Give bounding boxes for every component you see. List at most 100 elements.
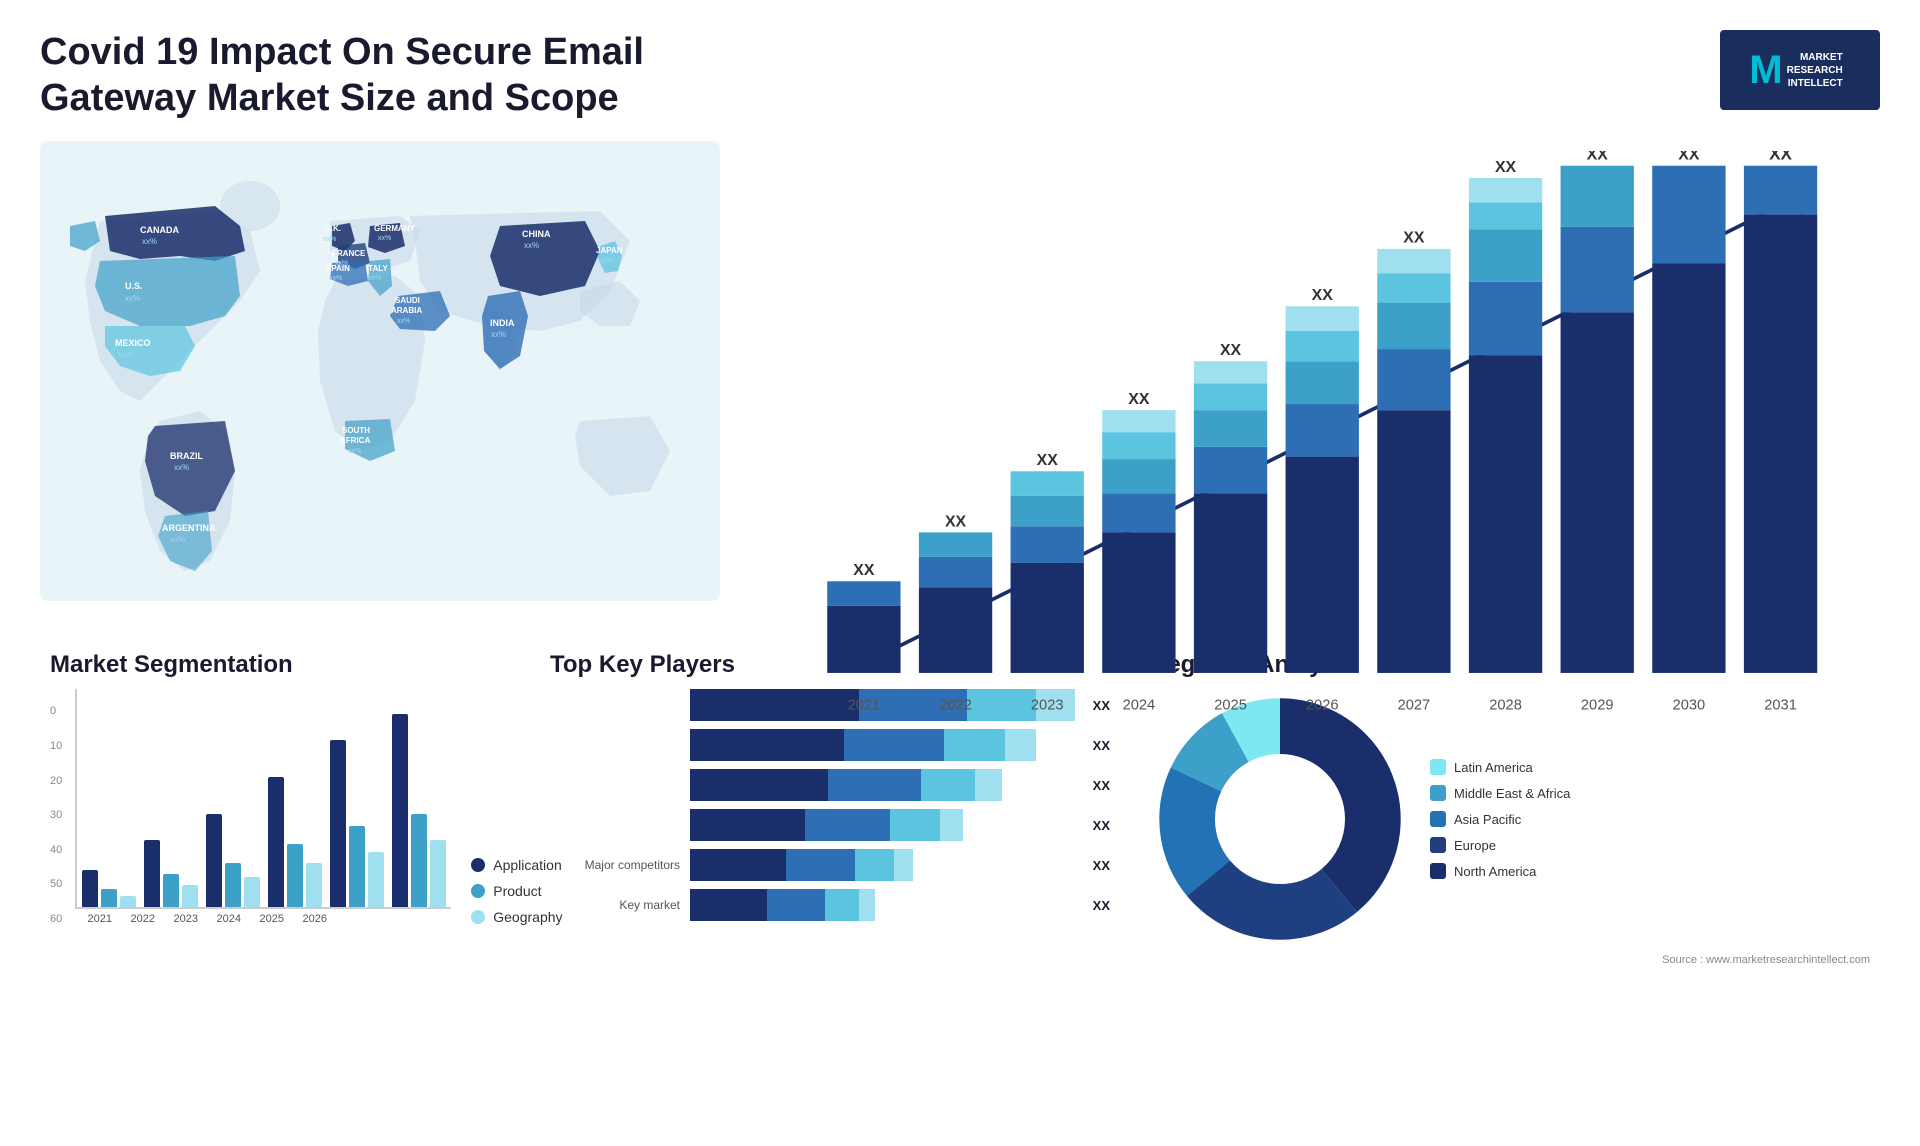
svg-text:SOUTH: SOUTH [342, 426, 370, 435]
player-bar-5 [690, 849, 1075, 881]
player-label-major-competitors: Major competitors [550, 858, 680, 872]
player-xx-2: XX [1093, 738, 1110, 753]
svg-text:2029: 2029 [1581, 698, 1614, 714]
svg-text:xx%: xx% [125, 294, 140, 303]
player-xx-3: XX [1093, 778, 1110, 793]
logo-letter: M [1749, 48, 1782, 93]
svg-text:XX: XX [1220, 342, 1242, 359]
svg-text:MEXICO: MEXICO [115, 338, 151, 348]
legend-color-middle-east [1430, 785, 1446, 801]
page: Covid 19 Impact On Secure Email Gateway … [0, 0, 1920, 1146]
legend-color-latin [1430, 759, 1446, 775]
donut-container: Latin America Middle East & Africa Asia … [1150, 689, 1870, 949]
page-title: Covid 19 Impact On Secure Email Gateway … [40, 30, 740, 121]
seg-bar-geo-2021 [120, 896, 136, 907]
player-xx-5: XX [1093, 858, 1110, 873]
players-bars-container: XX XX [550, 689, 1110, 921]
svg-text:xx%: xx% [368, 275, 381, 282]
svg-text:xx%: xx% [142, 237, 157, 246]
logo-area: M MARKETRESEARCHINTELLECT [1720, 30, 1880, 110]
legend-dot-application [471, 858, 485, 872]
player-bar-2 [690, 729, 1075, 761]
seg-bar-group-2026 [392, 714, 446, 907]
logo-box: M MARKETRESEARCHINTELLECT [1720, 30, 1880, 110]
player-row-3: XX [550, 769, 1110, 801]
svg-text:GERMANY: GERMANY [374, 224, 416, 233]
player-xx-4: XX [1093, 818, 1110, 833]
svg-text:xx%: xx% [329, 275, 342, 282]
svg-text:xx%: xx% [323, 236, 336, 243]
svg-text:2026: 2026 [1306, 698, 1339, 714]
svg-text:xx%: xx% [378, 235, 391, 242]
player-label-key-market: Key market [550, 898, 680, 912]
seg-bar-group-2021 [82, 870, 136, 907]
svg-text:2025: 2025 [1214, 698, 1247, 714]
svg-text:XX: XX [1312, 287, 1334, 304]
svg-text:FRANCE: FRANCE [332, 249, 366, 258]
seg-bar-group-2022 [144, 840, 198, 907]
y-axis-labels: 60 50 40 30 20 10 0 [50, 705, 62, 925]
svg-text:xx%: xx% [118, 350, 133, 359]
svg-text:xx%: xx% [174, 463, 189, 472]
donut-legend: Latin America Middle East & Africa Asia … [1430, 759, 1570, 879]
player-bar-6 [690, 889, 1075, 921]
svg-text:SPAIN: SPAIN [326, 264, 350, 273]
svg-text:SAUDI: SAUDI [395, 296, 420, 305]
svg-text:INDIA: INDIA [490, 318, 515, 328]
svg-text:XX: XX [1678, 151, 1700, 164]
svg-text:xx%: xx% [348, 448, 361, 455]
svg-text:2024: 2024 [1123, 698, 1156, 714]
svg-text:2023: 2023 [1031, 698, 1064, 714]
svg-text:2030: 2030 [1673, 698, 1706, 714]
world-map-section: CANADA xx% U.S. xx% MEXICO xx% BRAZIL xx… [40, 141, 720, 621]
legend-color-north-america [1430, 863, 1446, 879]
svg-text:xx%: xx% [598, 258, 611, 265]
svg-text:2022: 2022 [939, 698, 972, 714]
svg-text:ITALY: ITALY [366, 264, 388, 273]
svg-text:xx%: xx% [397, 318, 410, 325]
seg-bar-group-2024 [268, 777, 322, 907]
svg-text:XX: XX [1587, 151, 1609, 164]
player-xx-6: XX [1093, 898, 1110, 913]
donut-legend-north-america: North America [1430, 863, 1570, 879]
segmentation-title: Market Segmentation [50, 651, 510, 679]
svg-text:XX: XX [853, 562, 875, 579]
legend-color-europe [1430, 837, 1446, 853]
world-map-container: CANADA xx% U.S. xx% MEXICO xx% BRAZIL xx… [40, 141, 720, 621]
bar-chart-container: XX 2021 XX 2022 XX 2023 [760, 151, 1860, 718]
svg-text:U.K.: U.K. [325, 224, 341, 233]
svg-text:xx%: xx% [491, 330, 506, 339]
svg-text:2031: 2031 [1764, 698, 1797, 714]
svg-text:XX: XX [1495, 159, 1517, 176]
seg-bar-prod-2021 [101, 889, 117, 907]
header: Covid 19 Impact On Secure Email Gateway … [40, 30, 1880, 121]
player-row-6: Key market XX [550, 889, 1110, 921]
player-row-4: XX [550, 809, 1110, 841]
legend-dot-product [471, 884, 485, 898]
svg-text:XX: XX [1403, 230, 1425, 247]
svg-text:U.S.: U.S. [125, 281, 143, 291]
svg-text:2028: 2028 [1489, 698, 1522, 714]
donut-legend-europe: Europe [1430, 837, 1570, 853]
legend-color-asia [1430, 811, 1446, 827]
svg-text:JAPAN: JAPAN [596, 246, 623, 255]
player-bar-3 [690, 769, 1075, 801]
player-row-2: XX [550, 729, 1110, 761]
svg-text:XX: XX [1769, 151, 1792, 164]
svg-text:XX: XX [1037, 452, 1059, 469]
donut-chart-svg [1150, 689, 1410, 949]
world-map-svg: CANADA xx% U.S. xx% MEXICO xx% BRAZIL xx… [40, 141, 720, 601]
source-text: Source : www.marketresearchintellect.com [1150, 954, 1870, 966]
segmentation-section: Market Segmentation 60 50 40 30 20 10 0 [40, 641, 520, 976]
svg-text:AFRICA: AFRICA [340, 436, 370, 445]
seg-bar-group-2025 [330, 740, 384, 907]
svg-text:xx%: xx% [170, 535, 185, 544]
svg-text:2021: 2021 [848, 698, 881, 714]
svg-text:XX: XX [1128, 391, 1150, 408]
segmentation-bars [75, 689, 451, 909]
donut-legend-middle-east: Middle East & Africa [1430, 785, 1570, 801]
seg-x-labels: 2021 2022 2023 2024 2025 2026 [75, 913, 451, 925]
legend-dot-geography [471, 910, 485, 924]
seg-bar-group-2023 [206, 814, 260, 907]
svg-text:2027: 2027 [1398, 698, 1431, 714]
